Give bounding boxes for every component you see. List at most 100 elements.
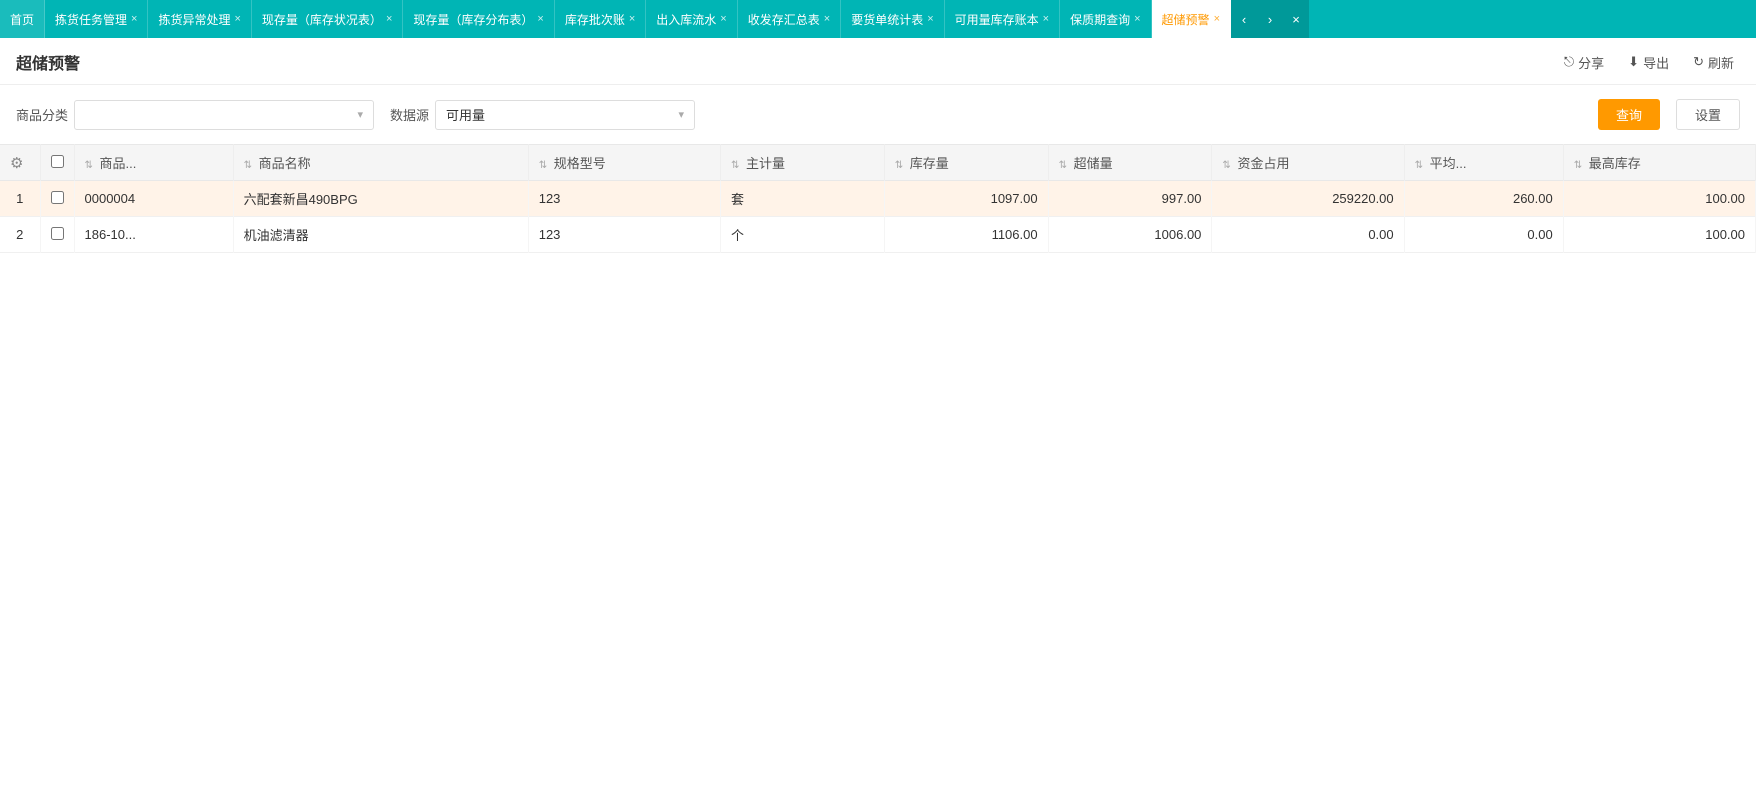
table-row: 1 0000004 六配套新昌490BPG 123 套 1097.00 997.… — [0, 181, 1756, 217]
nav-overstock-warn[interactable]: 超储预警 × — [1152, 0, 1231, 38]
category-label: 商品分类 — [16, 105, 68, 124]
export-icon: ⬇ — [1628, 54, 1639, 70]
datasource-value: 可用量 — [446, 105, 485, 124]
datasource-label: 数据源 — [390, 105, 429, 124]
th-avg[interactable]: ⇅ 平均... — [1404, 145, 1563, 181]
inventory: 1106.00 — [884, 217, 1048, 253]
sort-icon: ⇅ — [85, 160, 93, 171]
share-icon: ⎋ — [1564, 54, 1574, 70]
nav-available-account[interactable]: 可用量库存账本 × — [945, 0, 1060, 38]
th-inventory[interactable]: ⇅ 库存量 — [884, 145, 1048, 181]
row-checkbox-cell — [40, 181, 74, 217]
close-icon[interactable]: × — [927, 13, 933, 25]
chevron-down-icon: ▾ — [679, 108, 685, 121]
th-product-code[interactable]: ⇅ 商品... — [74, 145, 233, 181]
main-content: 超储预警 ⎋ 分享 ⬇ 导出 ↻ 刷新 商品分类 ▾ 数据源 — [0, 38, 1756, 800]
close-icon[interactable]: × — [1043, 13, 1049, 25]
datasource-filter-group: 数据源 可用量 ▾ — [390, 100, 695, 130]
nav-arrow-close[interactable]: × — [1283, 0, 1309, 38]
close-icon[interactable]: × — [1214, 13, 1220, 25]
filter-row: 商品分类 ▾ 数据源 可用量 ▾ 查询 设置 — [0, 85, 1756, 144]
nav-inout-flow[interactable]: 出入库流水 × — [646, 0, 737, 38]
unit: 套 — [720, 181, 884, 217]
th-overstock[interactable]: ⇅ 超储量 — [1048, 145, 1212, 181]
th-settings: ⚙ — [0, 145, 40, 181]
capital: 0.00 — [1212, 217, 1404, 253]
sort-icon: ⇅ — [1222, 160, 1230, 171]
th-product-name[interactable]: ⇅ 商品名称 — [233, 145, 528, 181]
capital: 259220.00 — [1212, 181, 1404, 217]
nav-quality-check[interactable]: 保质期查询 × — [1060, 0, 1151, 38]
product-code: 186-10... — [74, 217, 233, 253]
th-capital[interactable]: ⇅ 资金占用 — [1212, 145, 1404, 181]
sort-icon: ⇅ — [1415, 160, 1423, 171]
settings-button[interactable]: 设置 — [1676, 99, 1740, 130]
datasource-select[interactable]: 可用量 ▾ — [435, 100, 695, 130]
row-checkbox[interactable] — [51, 191, 64, 204]
data-table: ⚙ ⇅ 商品... ⇅ 商品名称 ⇅ 规格型号 ⇅ — [0, 144, 1756, 253]
close-icon[interactable]: × — [720, 13, 726, 25]
product-name: 机油滤清器 — [233, 217, 528, 253]
th-max-stock[interactable]: ⇅ 最高库存 — [1563, 145, 1755, 181]
avg: 260.00 — [1404, 181, 1563, 217]
nav-order-summary[interactable]: 要货单统计表 × — [841, 0, 944, 38]
top-navigation: 首页 拣货任务管理 × 拣货异常处理 × 现存量（库存状况表） × 现存量（库存… — [0, 0, 1756, 38]
sort-icon: ⇅ — [731, 160, 739, 171]
close-icon[interactable]: × — [131, 13, 137, 25]
close-icon[interactable]: × — [1134, 13, 1140, 25]
close-icon[interactable]: × — [537, 13, 543, 25]
avg: 0.00 — [1404, 217, 1563, 253]
refresh-icon: ↻ — [1693, 54, 1704, 70]
sort-icon: ⇅ — [1059, 160, 1067, 171]
table-row: 2 186-10... 机油滤清器 123 个 1106.00 1006.00 … — [0, 217, 1756, 253]
nav-inventory-status[interactable]: 现存量（库存状况表） × — [252, 0, 403, 38]
nav-arrow-left[interactable]: ‹ — [1231, 0, 1257, 38]
gear-icon[interactable]: ⚙ — [10, 155, 23, 172]
query-button[interactable]: 查询 — [1598, 99, 1660, 130]
inventory: 1097.00 — [884, 181, 1048, 217]
filter-buttons: 查询 设置 — [1598, 99, 1740, 130]
th-unit[interactable]: ⇅ 主计量 — [720, 145, 884, 181]
nav-inventory-dist[interactable]: 现存量（库存分布表） × — [403, 0, 554, 38]
refresh-button[interactable]: ↻ 刷新 — [1687, 51, 1740, 74]
th-spec[interactable]: ⇅ 规格型号 — [528, 145, 720, 181]
close-icon[interactable]: × — [234, 13, 240, 25]
category-select[interactable]: ▾ — [74, 100, 374, 130]
nav-batch-account[interactable]: 库存批次账 × — [555, 0, 646, 38]
max-stock: 100.00 — [1563, 217, 1755, 253]
nav-home[interactable]: 首页 — [0, 0, 45, 38]
row-checkbox[interactable] — [51, 227, 64, 240]
spec: 123 — [528, 181, 720, 217]
close-icon[interactable]: × — [824, 13, 830, 25]
sort-icon: ⇅ — [244, 160, 252, 171]
close-icon[interactable]: × — [386, 13, 392, 25]
product-code: 0000004 — [74, 181, 233, 217]
share-button[interactable]: ⎋ 分享 — [1558, 51, 1610, 74]
nav-task-mgmt[interactable]: 拣货任务管理 × — [45, 0, 148, 38]
sort-icon: ⇅ — [895, 160, 903, 171]
product-name: 六配套新昌490BPG — [233, 181, 528, 217]
unit: 个 — [720, 217, 884, 253]
close-icon[interactable]: × — [629, 13, 635, 25]
nav-arrow-right[interactable]: › — [1257, 0, 1283, 38]
nav-abnormal[interactable]: 拣货异常处理 × — [148, 0, 251, 38]
row-index: 2 — [0, 217, 40, 253]
page-header: 超储预警 ⎋ 分享 ⬇ 导出 ↻ 刷新 — [0, 38, 1756, 85]
spec: 123 — [528, 217, 720, 253]
nav-receive-summary[interactable]: 收发存汇总表 × — [738, 0, 841, 38]
table-header-row: ⚙ ⇅ 商品... ⇅ 商品名称 ⇅ 规格型号 ⇅ — [0, 145, 1756, 181]
th-checkbox — [40, 145, 74, 181]
category-filter-group: 商品分类 ▾ — [16, 100, 374, 130]
overstock: 1006.00 — [1048, 217, 1212, 253]
sort-icon: ⇅ — [1574, 160, 1582, 171]
page-title: 超储预警 — [16, 50, 80, 74]
chevron-down-icon: ▾ — [357, 108, 363, 121]
select-all-checkbox[interactable] — [51, 155, 64, 168]
overstock: 997.00 — [1048, 181, 1212, 217]
row-checkbox-cell — [40, 217, 74, 253]
row-index: 1 — [0, 181, 40, 217]
page-actions: ⎋ 分享 ⬇ 导出 ↻ 刷新 — [1558, 51, 1740, 74]
export-button[interactable]: ⬇ 导出 — [1622, 51, 1675, 74]
max-stock: 100.00 — [1563, 181, 1755, 217]
sort-icon: ⇅ — [539, 160, 547, 171]
